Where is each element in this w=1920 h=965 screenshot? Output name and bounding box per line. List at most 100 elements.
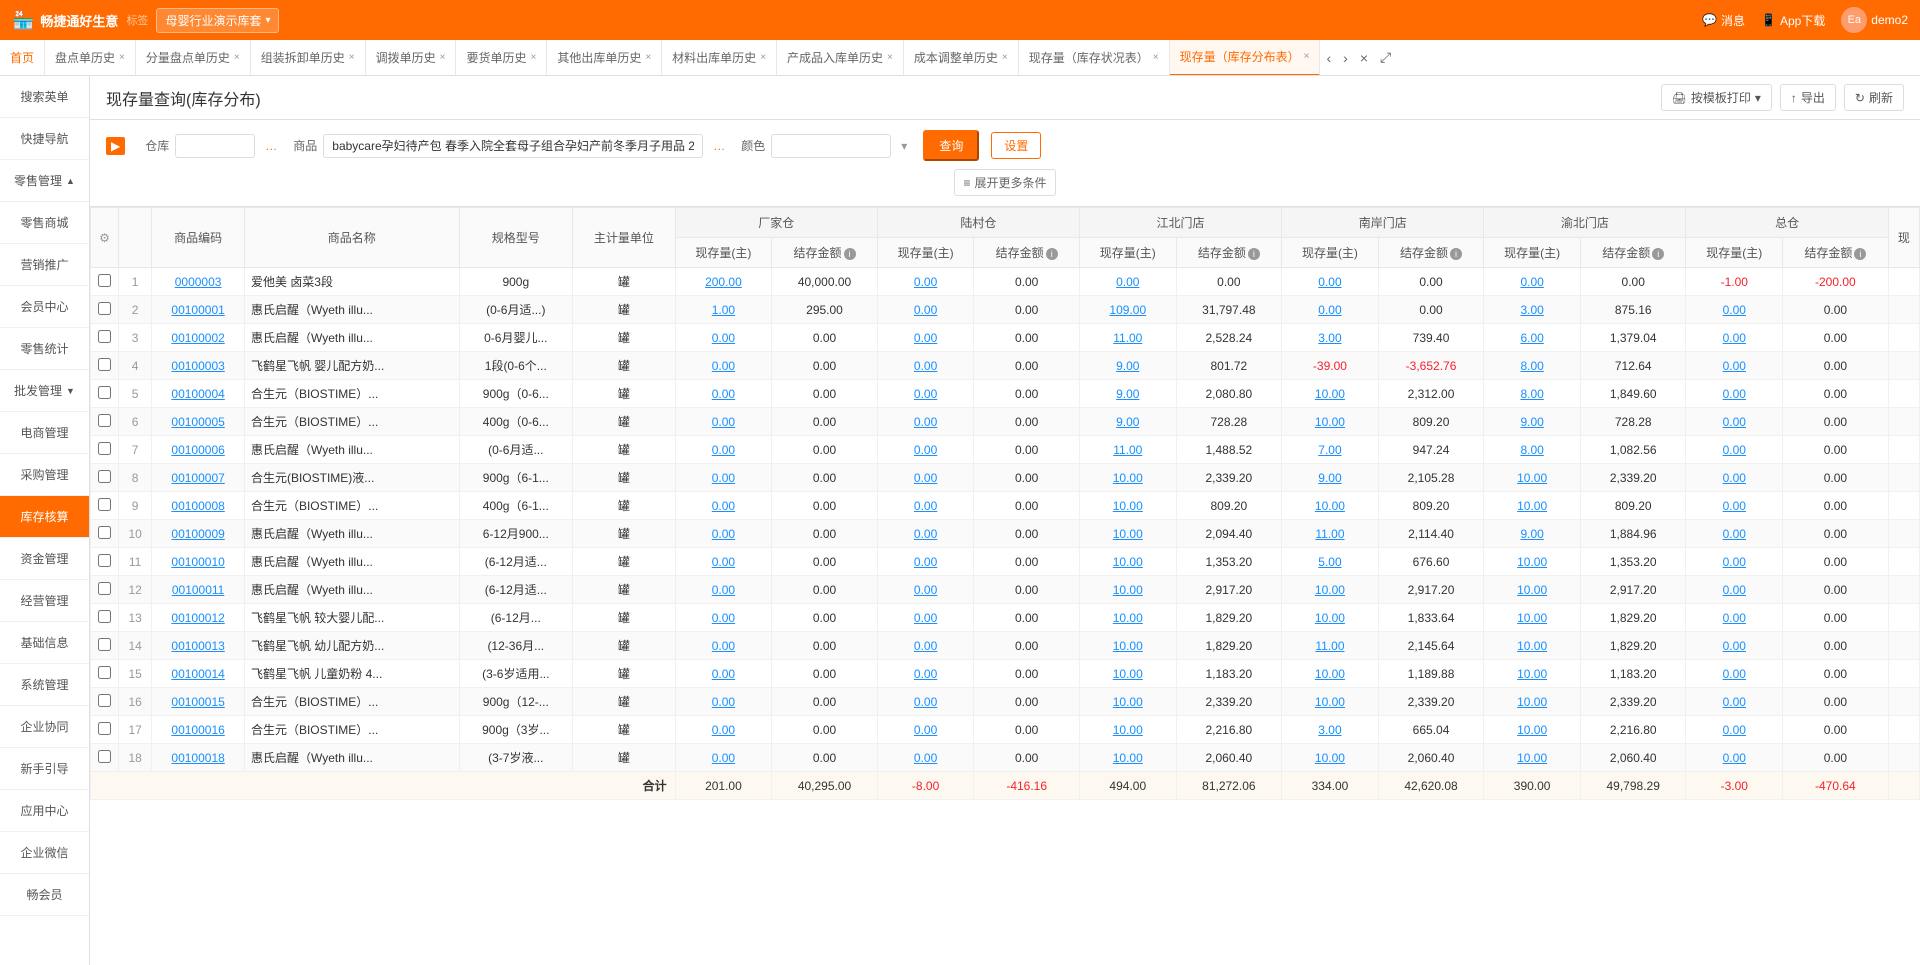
row-code[interactable]: 00100015 — [152, 688, 245, 716]
row-factory-qty[interactable]: 0.00 — [675, 380, 772, 408]
export-button[interactable]: ↑ 导出 — [1780, 84, 1836, 111]
row-code[interactable]: 00100011 — [152, 576, 245, 604]
row-jiangbei-qty[interactable]: 10.00 — [1079, 716, 1176, 744]
row-nanan-qty[interactable]: 11.00 — [1282, 632, 1379, 660]
row-checkbox[interactable] — [91, 436, 119, 464]
row-factory-qty[interactable]: 0.00 — [675, 548, 772, 576]
row-factory-qty[interactable]: 200.00 — [675, 268, 772, 296]
sidebar-item-operation[interactable]: 经营管理 — [0, 580, 89, 622]
row-checkbox[interactable] — [91, 492, 119, 520]
row-checkbox[interactable] — [91, 576, 119, 604]
tab-close-all[interactable]: × — [1354, 50, 1374, 66]
tab-close-5[interactable]: × — [530, 52, 536, 63]
row-lu-qty[interactable]: 0.00 — [877, 324, 974, 352]
row-nanan-qty[interactable]: 9.00 — [1282, 464, 1379, 492]
print-button[interactable]: 🖨 按模板打印 ▾ — [1661, 84, 1772, 111]
row-jiangbei-qty[interactable]: 10.00 — [1079, 688, 1176, 716]
row-jiangbei-qty[interactable]: 109.00 — [1079, 296, 1176, 324]
row-checkbox[interactable] — [91, 660, 119, 688]
tab-home[interactable]: 首页 — [0, 40, 45, 76]
color-dropdown-btn[interactable]: ▾ — [897, 137, 911, 155]
tab-9[interactable]: 成本调整单历史 × — [904, 40, 1019, 76]
sidebar-item-appstore[interactable]: 应用中心 — [0, 790, 89, 832]
row-checkbox[interactable] — [91, 352, 119, 380]
row-checkbox[interactable] — [91, 632, 119, 660]
row-lu-qty[interactable]: 0.00 — [877, 492, 974, 520]
user-item[interactable]: Ea demo2 — [1841, 7, 1908, 33]
expand-conditions-button[interactable]: ≡ 展开更多条件 — [954, 169, 1055, 196]
color-input[interactable] — [771, 134, 891, 158]
row-jiangbei-qty[interactable]: 10.00 — [1079, 464, 1176, 492]
row-code[interactable]: 00100001 — [152, 296, 245, 324]
row-total-qty[interactable]: 0.00 — [1686, 576, 1783, 604]
row-jiangbei-qty[interactable]: 10.00 — [1079, 660, 1176, 688]
tab-11-active[interactable]: 现存量（库存分布表） × — [1170, 40, 1321, 76]
row-checkbox[interactable] — [91, 296, 119, 324]
row-checkbox[interactable] — [91, 688, 119, 716]
warehouse-dots-btn[interactable]: … — [261, 137, 281, 155]
row-total-qty[interactable]: 0.00 — [1686, 492, 1783, 520]
row-lu-qty[interactable]: 0.00 — [877, 688, 974, 716]
row-total-qty[interactable]: 0.00 — [1686, 744, 1783, 772]
row-code[interactable]: 00100007 — [152, 464, 245, 492]
row-checkbox[interactable] — [91, 380, 119, 408]
sidebar-item-nav[interactable]: 快捷导航 — [0, 118, 89, 160]
row-code[interactable]: 00100006 — [152, 436, 245, 464]
tab-2[interactable]: 分量盘点单历史 × — [136, 40, 251, 76]
query-button[interactable]: 查询 — [923, 130, 979, 161]
tab-close-10[interactable]: × — [1153, 52, 1159, 63]
row-lu-qty[interactable]: 0.00 — [877, 408, 974, 436]
row-total-qty[interactable]: 0.00 — [1686, 296, 1783, 324]
row-code[interactable]: 00100010 — [152, 548, 245, 576]
row-total-qty[interactable]: 0.00 — [1686, 436, 1783, 464]
app-download-item[interactable]: 📱 App下载 — [1761, 12, 1825, 29]
store-selector[interactable]: 母婴行业演示库套 ▾ — [156, 8, 279, 33]
row-yubei-qty[interactable]: 10.00 — [1484, 492, 1581, 520]
row-checkbox[interactable] — [91, 464, 119, 492]
row-jiangbei-qty[interactable]: 10.00 — [1079, 520, 1176, 548]
col-settings-header[interactable]: ⚙ — [91, 208, 119, 268]
row-total-qty[interactable]: 0.00 — [1686, 324, 1783, 352]
sidebar-item-retail-stats[interactable]: 零售统计 — [0, 328, 89, 370]
row-lu-qty[interactable]: 0.00 — [877, 352, 974, 380]
row-checkbox[interactable] — [91, 520, 119, 548]
row-jiangbei-qty[interactable]: 9.00 — [1079, 408, 1176, 436]
row-nanan-qty[interactable]: 10.00 — [1282, 688, 1379, 716]
row-nanan-qty[interactable]: 10.00 — [1282, 604, 1379, 632]
sidebar-item-system[interactable]: 系统管理 — [0, 664, 89, 706]
row-jiangbei-qty[interactable]: 10.00 — [1079, 492, 1176, 520]
row-factory-qty[interactable]: 0.00 — [675, 352, 772, 380]
row-code[interactable]: 00100016 — [152, 716, 245, 744]
sidebar-item-retail-mgmt[interactable]: 零售管理 ▲ — [0, 160, 89, 202]
row-factory-qty[interactable]: 0.00 — [675, 660, 772, 688]
warehouse-input[interactable] — [175, 134, 255, 158]
row-nanan-qty[interactable]: 10.00 — [1282, 660, 1379, 688]
row-factory-qty[interactable]: 0.00 — [675, 520, 772, 548]
row-jiangbei-qty[interactable]: 10.00 — [1079, 604, 1176, 632]
tab-close-7[interactable]: × — [760, 52, 766, 63]
row-checkbox[interactable] — [91, 324, 119, 352]
sidebar-item-basic[interactable]: 基础信息 — [0, 622, 89, 664]
sidebar-item-member[interactable]: 会员中心 — [0, 286, 89, 328]
row-checkbox[interactable] — [91, 548, 119, 576]
row-nanan-qty[interactable]: 11.00 — [1282, 520, 1379, 548]
row-lu-qty[interactable]: 0.00 — [877, 464, 974, 492]
row-nanan-qty[interactable]: 10.00 — [1282, 744, 1379, 772]
row-total-qty[interactable]: -1.00 — [1686, 268, 1783, 296]
row-code[interactable]: 00100004 — [152, 380, 245, 408]
tab-1[interactable]: 盘点单历史 × — [45, 40, 136, 76]
row-total-qty[interactable]: 0.00 — [1686, 352, 1783, 380]
tab-close-2[interactable]: × — [234, 52, 240, 63]
tab-close-3[interactable]: × — [349, 52, 355, 63]
row-factory-qty[interactable]: 0.00 — [675, 576, 772, 604]
row-yubei-qty[interactable]: 3.00 — [1484, 296, 1581, 324]
row-jiangbei-qty[interactable]: 10.00 — [1079, 548, 1176, 576]
settings-button[interactable]: 设置 — [991, 132, 1041, 159]
row-yubei-qty[interactable]: 8.00 — [1484, 380, 1581, 408]
row-yubei-qty[interactable]: 10.00 — [1484, 688, 1581, 716]
row-factory-qty[interactable]: 0.00 — [675, 408, 772, 436]
row-total-qty[interactable]: 0.00 — [1686, 520, 1783, 548]
row-total-qty[interactable]: 0.00 — [1686, 408, 1783, 436]
row-factory-qty[interactable]: 0.00 — [675, 436, 772, 464]
row-total-qty[interactable]: 0.00 — [1686, 464, 1783, 492]
